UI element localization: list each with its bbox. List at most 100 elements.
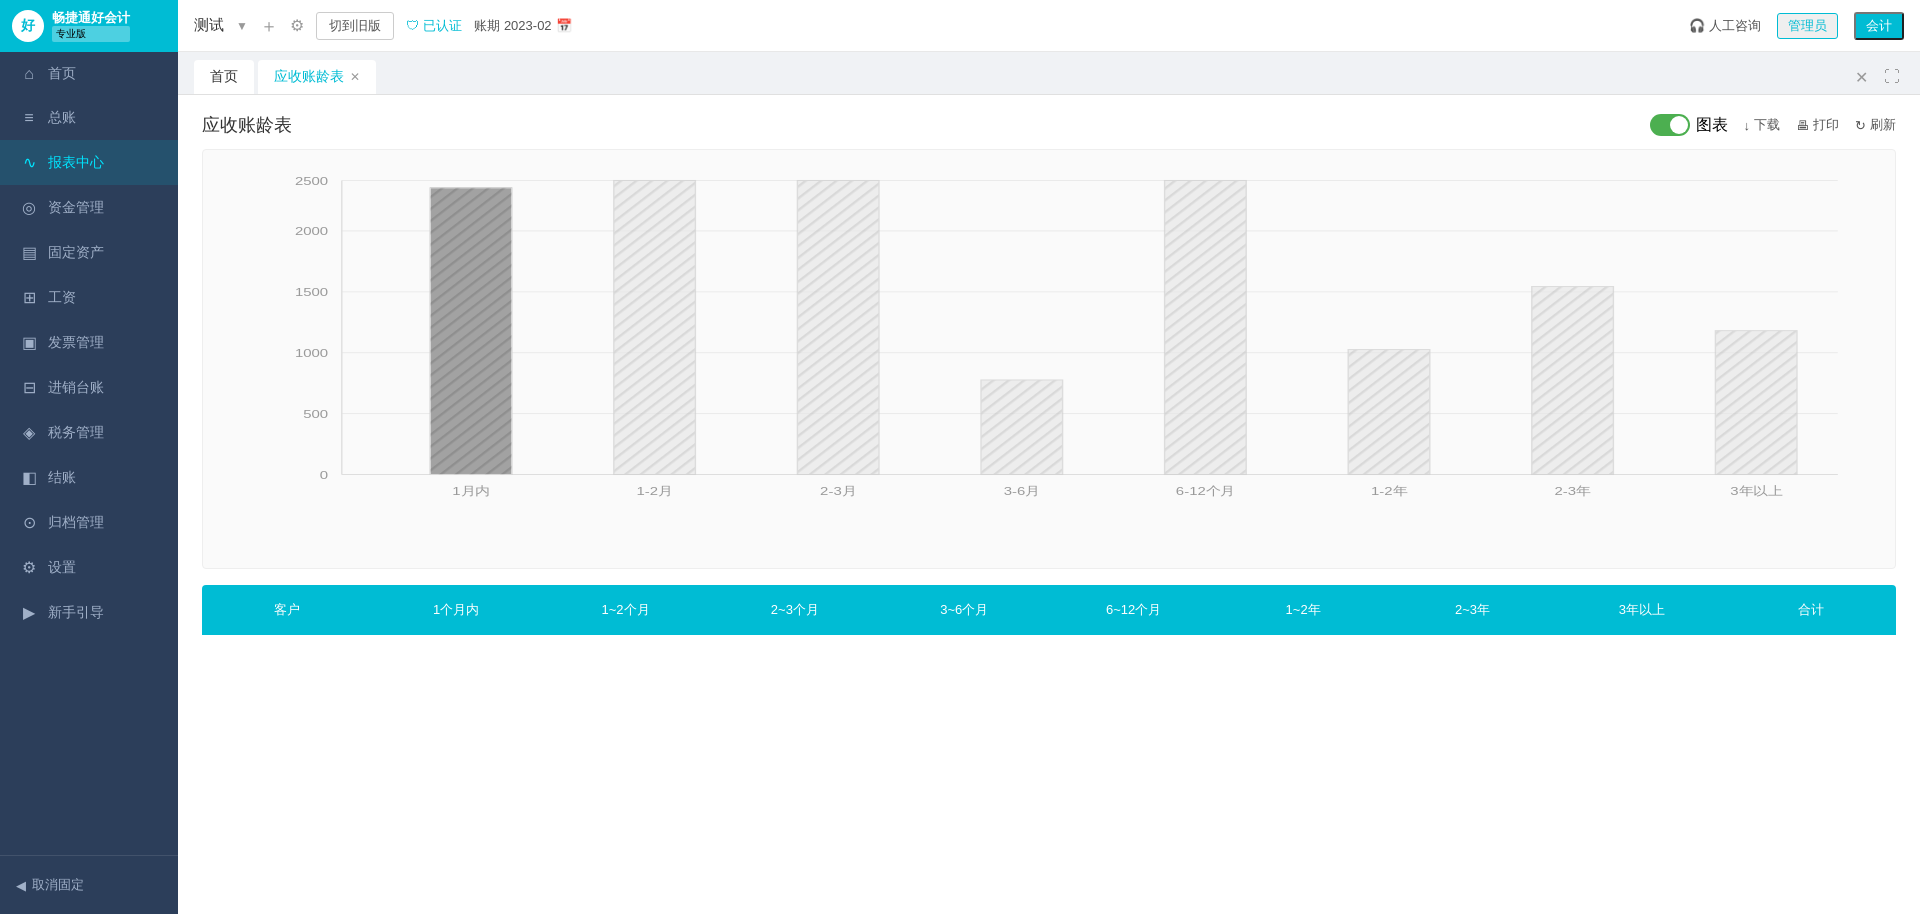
bar-chart-svg: 0 500 1000 1500 2000 2500	[233, 170, 1865, 548]
shield-icon: 🛡	[406, 18, 419, 33]
sidebar-item-label: 设置	[48, 559, 76, 577]
sidebar-item-archive[interactable]: ⊙ 归档管理	[0, 500, 178, 545]
svg-text:6-12个月: 6-12个月	[1176, 485, 1235, 498]
expand-window-button[interactable]: ⛶	[1880, 64, 1904, 91]
content-area: 首页应收账龄表✕ ✕ ⛶ 应收账龄表 图表 ↓ 下载	[178, 52, 1920, 914]
switch-old-version-button[interactable]: 切到旧版	[316, 12, 394, 40]
funds-nav-icon: ◎	[20, 198, 38, 217]
svg-rect-19	[1165, 181, 1247, 475]
sidebar-item-label: 固定资产	[48, 244, 104, 262]
page-title: 应收账龄表	[202, 113, 292, 137]
logo-icon: 好	[12, 10, 44, 42]
download-button[interactable]: ↓ 下载	[1744, 116, 1781, 134]
table-column-header: 1~2年	[1218, 585, 1387, 635]
sidebar-item-settings[interactable]: ⚙ 设置	[0, 545, 178, 590]
logo-text: 畅捷通好会计 专业版	[52, 10, 130, 43]
svg-text:500: 500	[303, 407, 328, 420]
workspace-settings-icon[interactable]: ⚙	[290, 16, 304, 35]
svg-text:1500: 1500	[295, 286, 328, 299]
table-column-header: 3~6个月	[880, 585, 1049, 635]
sidebar-item-invoices[interactable]: ▣ 发票管理	[0, 320, 178, 365]
sidebar-item-newguide[interactable]: ▶ 新手引导	[0, 590, 178, 635]
print-icon: 🖶	[1796, 118, 1809, 133]
table-column-header: 合计	[1727, 585, 1896, 635]
refresh-icon: ↻	[1855, 118, 1866, 133]
certified-status: 🛡 已认证	[406, 17, 462, 35]
download-icon: ↓	[1744, 118, 1751, 133]
close-window-button[interactable]: ✕	[1851, 64, 1872, 91]
svg-rect-17	[797, 181, 879, 475]
pin-icon: ◀	[16, 878, 26, 893]
svg-rect-16	[614, 181, 696, 475]
sidebar-item-label: 发票管理	[48, 334, 104, 352]
add-workspace-button[interactable]: ＋	[260, 14, 278, 38]
tab-close-button[interactable]: ✕	[350, 70, 360, 84]
sidebar-item-assets[interactable]: ▤ 固定资产	[0, 230, 178, 275]
svg-rect-20	[1348, 350, 1430, 475]
refresh-button[interactable]: ↻ 刷新	[1855, 116, 1896, 134]
sidebar-item-label: 首页	[48, 65, 76, 83]
tab-label: 应收账龄表	[274, 68, 344, 84]
svg-rect-22	[1715, 331, 1797, 475]
svg-rect-21	[1532, 287, 1614, 475]
svg-text:0: 0	[320, 468, 328, 481]
tab-home[interactable]: 首页	[194, 60, 254, 94]
tabbar: 首页 应收账龄表 ✕ ✕ ⛶	[178, 52, 1920, 95]
tabbar-right: ✕ ⛶	[1851, 64, 1904, 91]
table-column-header: 2~3个月	[710, 585, 879, 635]
reports-nav-icon: ∿	[20, 153, 38, 172]
sidebar-nav: ⌂ 首页 ≡ 总账 ∿ 报表中心 ◎ 资金管理 ▤ 固定资产 ⊞ 工资 ▣ 发票…	[0, 52, 178, 855]
sidebar-item-home[interactable]: ⌂ 首页	[0, 52, 178, 96]
workspace-name: 测试	[194, 16, 224, 35]
svg-text:2-3年: 2-3年	[1555, 485, 1591, 498]
sidebar-item-label: 税务管理	[48, 424, 104, 442]
svg-rect-15	[430, 188, 512, 475]
page-header: 应收账龄表 图表 ↓ 下载 🖶 打印 ↻	[178, 95, 1920, 149]
sidebar-item-reports[interactable]: ∿ 报表中心	[0, 140, 178, 185]
table-container: 客户1个月内1~2个月2~3个月3~6个月6~12个月1~2年2~3年3年以上合…	[202, 585, 1896, 635]
svg-text:3年以上: 3年以上	[1730, 485, 1782, 498]
sidebar-item-label: 归档管理	[48, 514, 104, 532]
sidebar-item-ledger[interactable]: ≡ 总账	[0, 96, 178, 140]
svg-rect-18	[981, 380, 1063, 475]
topbar: 测试 ▼ ＋ ⚙ 切到旧版 🛡 已认证 账期 2023-02 📅 🎧 人工咨询 …	[178, 0, 1920, 52]
customer-service-button[interactable]: 🎧 人工咨询	[1689, 17, 1761, 35]
chart-toggle[interactable]	[1650, 114, 1690, 136]
workspace-dropdown[interactable]: ▼	[236, 19, 248, 33]
cancel-fixed-button[interactable]: ◀ 取消固定	[0, 866, 178, 904]
sidebar-item-label: 进销台账	[48, 379, 104, 397]
table-column-header: 2~3年	[1388, 585, 1557, 635]
chart-toggle-label: 图表	[1696, 115, 1728, 136]
sidebar-item-funds[interactable]: ◎ 资金管理	[0, 185, 178, 230]
svg-text:1-2月: 1-2月	[637, 485, 673, 498]
salary-nav-icon: ⊞	[20, 288, 38, 307]
table-column-header: 1~2个月	[541, 585, 710, 635]
table-column-header: 客户	[202, 585, 371, 635]
sidebar-item-closing[interactable]: ◧ 结账	[0, 455, 178, 500]
main-area: 测试 ▼ ＋ ⚙ 切到旧版 🛡 已认证 账期 2023-02 📅 🎧 人工咨询 …	[178, 0, 1920, 914]
svg-text:1-2年: 1-2年	[1371, 485, 1407, 498]
svg-text:2-3月: 2-3月	[820, 485, 856, 498]
svg-text:1000: 1000	[295, 347, 328, 360]
sidebar-bottom: ◀ 取消固定	[0, 855, 178, 914]
manager-button[interactable]: 管理员	[1777, 13, 1838, 39]
table-column-header: 3年以上	[1557, 585, 1726, 635]
assets-nav-icon: ▤	[20, 243, 38, 262]
calendar-icon[interactable]: 📅	[556, 18, 572, 33]
ledger-nav-icon: ≡	[20, 109, 38, 127]
print-button[interactable]: 🖶 打印	[1796, 116, 1839, 134]
sidebar-item-label: 新手引导	[48, 604, 104, 622]
sidebar-item-tax[interactable]: ◈ 税务管理	[0, 410, 178, 455]
sidebar-item-label: 总账	[48, 109, 76, 127]
sidebar: 好 畅捷通好会计 专业版 ⌂ 首页 ≡ 总账 ∿ 报表中心 ◎ 资金管理 ▤ 固…	[0, 0, 178, 914]
sidebar-item-salary[interactable]: ⊞ 工资	[0, 275, 178, 320]
table-column-header: 1个月内	[371, 585, 540, 635]
invoices-nav-icon: ▣	[20, 333, 38, 352]
accountant-button[interactable]: 会计	[1854, 12, 1904, 40]
sidebar-item-label: 资金管理	[48, 199, 104, 217]
tab-aging[interactable]: 应收账龄表 ✕	[258, 60, 376, 94]
tax-nav-icon: ◈	[20, 423, 38, 442]
sidebar-item-purchase[interactable]: ⊟ 进销台账	[0, 365, 178, 410]
headset-icon: 🎧	[1689, 18, 1705, 33]
svg-text:3-6月: 3-6月	[1004, 485, 1040, 498]
